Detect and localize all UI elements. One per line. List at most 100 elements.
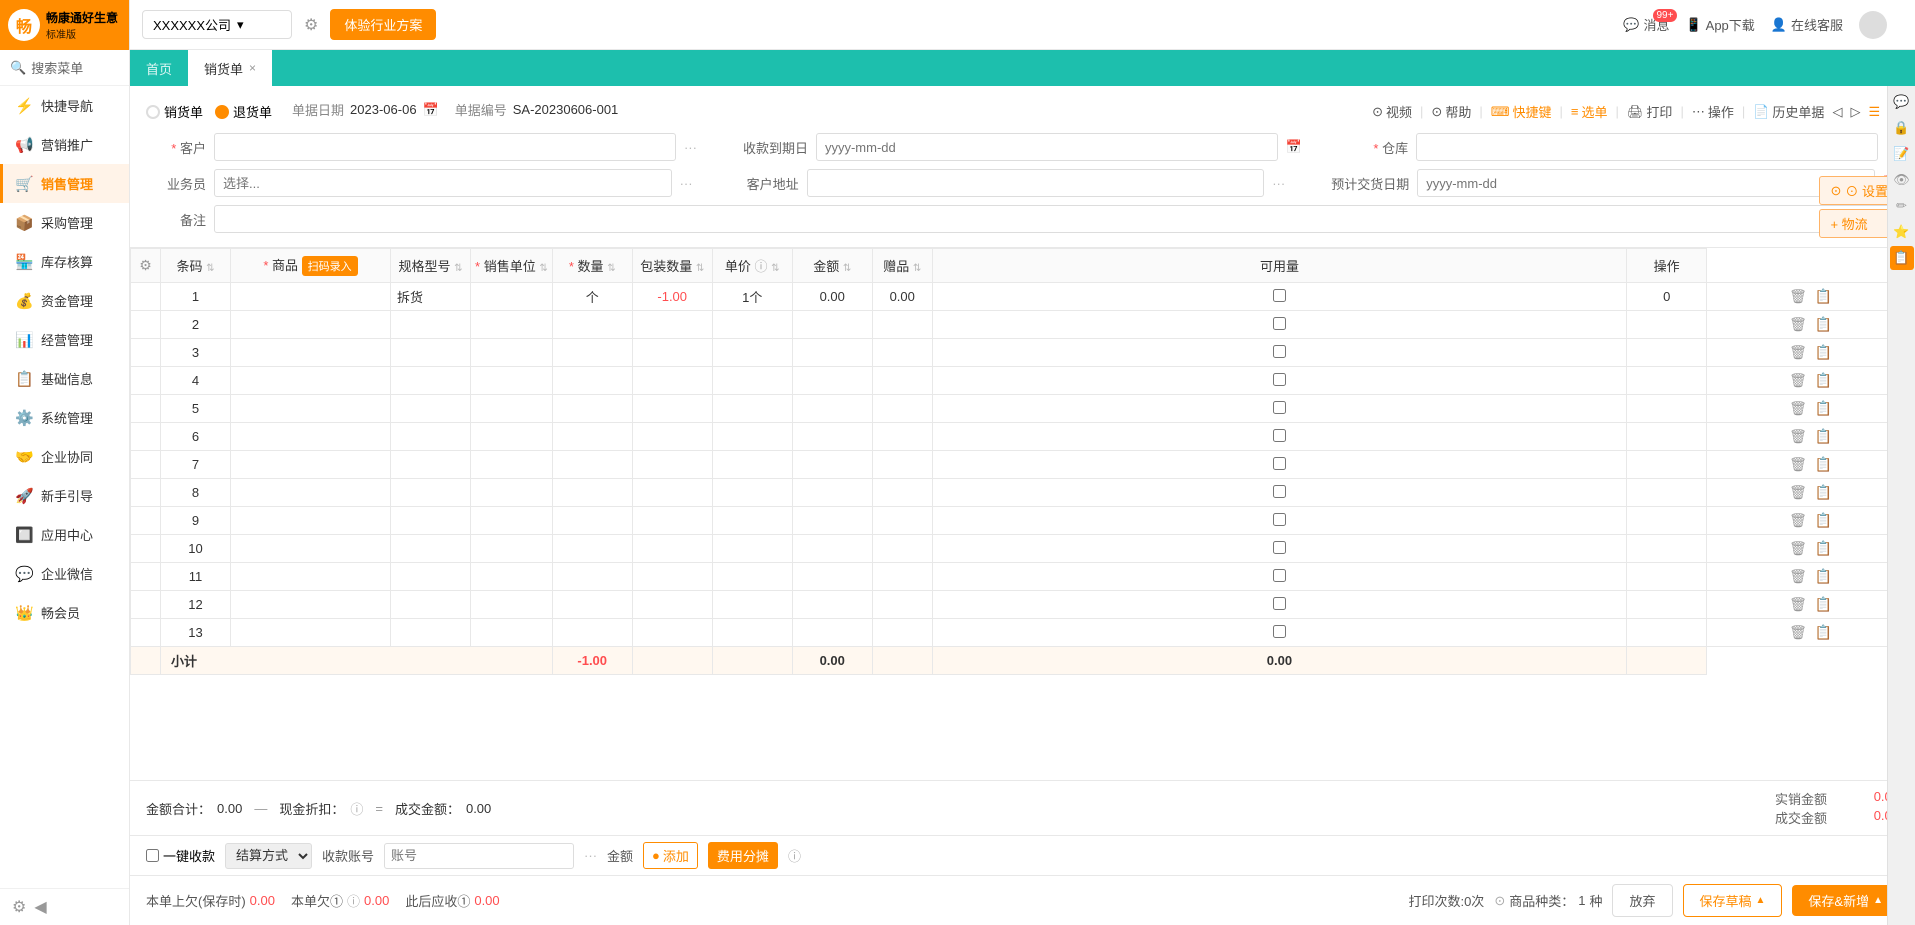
sidebar-item-quick-nav[interactable]: ⚡ 快捷导航 bbox=[0, 86, 129, 125]
list-view-btn[interactable]: ☰ bbox=[1868, 104, 1880, 120]
row-product-13[interactable] bbox=[391, 619, 471, 647]
history-btn[interactable]: 📄 历史单据 bbox=[1753, 102, 1824, 121]
row-gift-12[interactable] bbox=[932, 591, 1626, 619]
tab-close-icon[interactable]: × bbox=[249, 61, 256, 75]
add-payment-btn[interactable]: ● 添加 bbox=[643, 842, 698, 869]
row-product-5[interactable] bbox=[391, 395, 471, 423]
radio-return[interactable]: 退货单 bbox=[215, 102, 272, 121]
column-settings-icon[interactable]: ⚙ bbox=[139, 257, 152, 273]
message-btn[interactable]: 💬 消息 99+ bbox=[1623, 15, 1669, 34]
copy-icon-3[interactable]: 📋 bbox=[1815, 344, 1832, 360]
row-gift-4[interactable] bbox=[932, 367, 1626, 395]
remarks-input[interactable] bbox=[214, 205, 1899, 233]
row-product-1[interactable]: 拆货 bbox=[391, 283, 471, 311]
one-click-checkbox[interactable] bbox=[146, 849, 159, 862]
collapse-icon[interactable]: ◀ bbox=[34, 897, 46, 917]
copy-icon-4[interactable]: 📋 bbox=[1815, 372, 1832, 388]
sidebar-item-system[interactable]: ⚙️ 系统管理 bbox=[0, 398, 129, 437]
copy-icon-7[interactable]: 📋 bbox=[1815, 456, 1832, 472]
copy-icon-6[interactable]: 📋 bbox=[1815, 428, 1832, 444]
settings-bottom-icon[interactable]: ⚙ bbox=[12, 897, 26, 917]
right-panel-btn-7[interactable]: 📋 bbox=[1890, 246, 1914, 270]
right-panel-btn-4[interactable]: 👁 bbox=[1890, 168, 1914, 192]
company-selector[interactable]: XXXXXX公司 ▾ bbox=[142, 10, 292, 39]
delete-icon-3[interactable]: 🗑 bbox=[1789, 344, 1807, 360]
delete-icon-7[interactable]: 🗑 bbox=[1789, 456, 1807, 472]
one-click-payment[interactable]: 一键收款 bbox=[146, 846, 215, 865]
sidebar-item-basic[interactable]: 📋 基础信息 bbox=[0, 359, 129, 398]
sidebar-item-enterprise[interactable]: 🤝 企业协同 bbox=[0, 437, 129, 476]
sidebar-item-marketing[interactable]: 📢 营销推广 bbox=[0, 125, 129, 164]
sidebar-item-finance[interactable]: 💰 资金管理 bbox=[0, 281, 129, 320]
sidebar-item-operations[interactable]: 📊 经营管理 bbox=[0, 320, 129, 359]
delete-icon-4[interactable]: 🗑 bbox=[1789, 372, 1807, 388]
row-qty-1[interactable]: -1.00 bbox=[632, 283, 712, 311]
right-panel-btn-6[interactable]: ⭐ bbox=[1890, 220, 1914, 244]
row-gift-1[interactable] bbox=[932, 283, 1626, 311]
sidebar-item-wechat[interactable]: 💬 企业微信 bbox=[0, 554, 129, 593]
row-product-12[interactable] bbox=[391, 591, 471, 619]
sidebar-item-purchase[interactable]: 📦 采购管理 bbox=[0, 203, 129, 242]
row-product-9[interactable] bbox=[391, 507, 471, 535]
calendar-icon[interactable]: 📅 bbox=[423, 102, 439, 118]
payment-method-select[interactable]: 结算方式 bbox=[225, 843, 312, 869]
copy-icon-2[interactable]: 📋 bbox=[1815, 316, 1832, 332]
row-gift-6[interactable] bbox=[932, 423, 1626, 451]
row-product-6[interactable] bbox=[391, 423, 471, 451]
right-panel-btn-5[interactable]: ✏ bbox=[1890, 194, 1914, 218]
salesperson-input[interactable] bbox=[214, 169, 672, 197]
prev-btn[interactable]: ◁ bbox=[1832, 104, 1842, 120]
row-gift-13[interactable] bbox=[932, 619, 1626, 647]
payment-date-input[interactable] bbox=[816, 133, 1278, 161]
customer-more-icon[interactable]: ··· bbox=[684, 140, 697, 155]
delete-icon-6[interactable]: 🗑 bbox=[1789, 428, 1807, 444]
total-owed-info-icon[interactable]: ⓘ bbox=[347, 891, 360, 910]
delete-icon-13[interactable]: 🗑 bbox=[1789, 624, 1807, 640]
row-product-7[interactable] bbox=[391, 451, 471, 479]
row-product-10[interactable] bbox=[391, 535, 471, 563]
tab-home[interactable]: 首页 bbox=[130, 50, 188, 86]
expected-delivery-input[interactable] bbox=[1417, 169, 1875, 197]
online-support-btn[interactable]: 👤 在线客服 bbox=[1771, 15, 1843, 34]
row-gift-2[interactable] bbox=[932, 311, 1626, 339]
row-gift-10[interactable] bbox=[932, 535, 1626, 563]
save-draft-button[interactable]: 保存草稿 ▲ bbox=[1683, 884, 1783, 917]
shortcut-btn[interactable]: ⌨ 快捷键 bbox=[1491, 102, 1552, 121]
sidebar-item-sales[interactable]: 🛒 销售管理 bbox=[0, 164, 129, 203]
row-product-8[interactable] bbox=[391, 479, 471, 507]
delete-icon-10[interactable]: 🗑 bbox=[1789, 540, 1807, 556]
right-panel-btn-2[interactable]: 🔒 bbox=[1890, 116, 1914, 140]
account-input[interactable] bbox=[384, 843, 574, 869]
radio-sales[interactable]: 销货单 bbox=[146, 102, 203, 121]
tab-sales-order[interactable]: 销货单 × bbox=[188, 50, 272, 86]
customer-input[interactable] bbox=[214, 133, 676, 161]
row-gift-3[interactable] bbox=[932, 339, 1626, 367]
row-gift-9[interactable] bbox=[932, 507, 1626, 535]
header-settings-icon[interactable]: ⚙ bbox=[304, 15, 318, 35]
help-btn[interactable]: ⊙ 帮助 bbox=[1431, 102, 1471, 121]
cash-discount-info-icon[interactable]: ⓘ bbox=[350, 799, 363, 818]
salesperson-more-icon[interactable]: ··· bbox=[680, 176, 693, 191]
copy-icon-12[interactable]: 📋 bbox=[1815, 596, 1832, 612]
unit-price-info-icon[interactable]: ⓘ bbox=[755, 259, 768, 274]
delete-icon-12[interactable]: 🗑 bbox=[1789, 596, 1807, 612]
row-product-11[interactable] bbox=[391, 563, 471, 591]
right-panel-btn-1[interactable]: 💬 bbox=[1890, 90, 1914, 114]
copy-icon-11[interactable]: 📋 bbox=[1815, 568, 1832, 584]
payment-date-calendar-icon[interactable]: 📅 bbox=[1286, 139, 1302, 155]
customer-address-input[interactable] bbox=[807, 169, 1265, 197]
search-menu[interactable]: 🔍 搜索菜单 bbox=[0, 50, 129, 86]
discard-button[interactable]: 放弃 bbox=[1612, 884, 1672, 917]
sidebar-item-inventory[interactable]: 🏪 库存核算 bbox=[0, 242, 129, 281]
copy-icon-10[interactable]: 📋 bbox=[1815, 540, 1832, 556]
right-panel-btn-3[interactable]: 📝 bbox=[1890, 142, 1914, 166]
fee-info-icon[interactable]: ⓘ bbox=[788, 846, 801, 865]
row-gift-11[interactable] bbox=[932, 563, 1626, 591]
app-download-btn[interactable]: 📱 App下载 bbox=[1685, 15, 1754, 34]
copy-icon-8[interactable]: 📋 bbox=[1815, 484, 1832, 500]
avatar[interactable] bbox=[1859, 11, 1887, 39]
sidebar-item-apps[interactable]: 🔲 应用中心 bbox=[0, 515, 129, 554]
delete-icon-5[interactable]: 🗑 bbox=[1789, 400, 1807, 416]
address-more-icon[interactable]: ··· bbox=[1272, 176, 1285, 191]
delete-icon-11[interactable]: 🗑 bbox=[1789, 568, 1807, 584]
